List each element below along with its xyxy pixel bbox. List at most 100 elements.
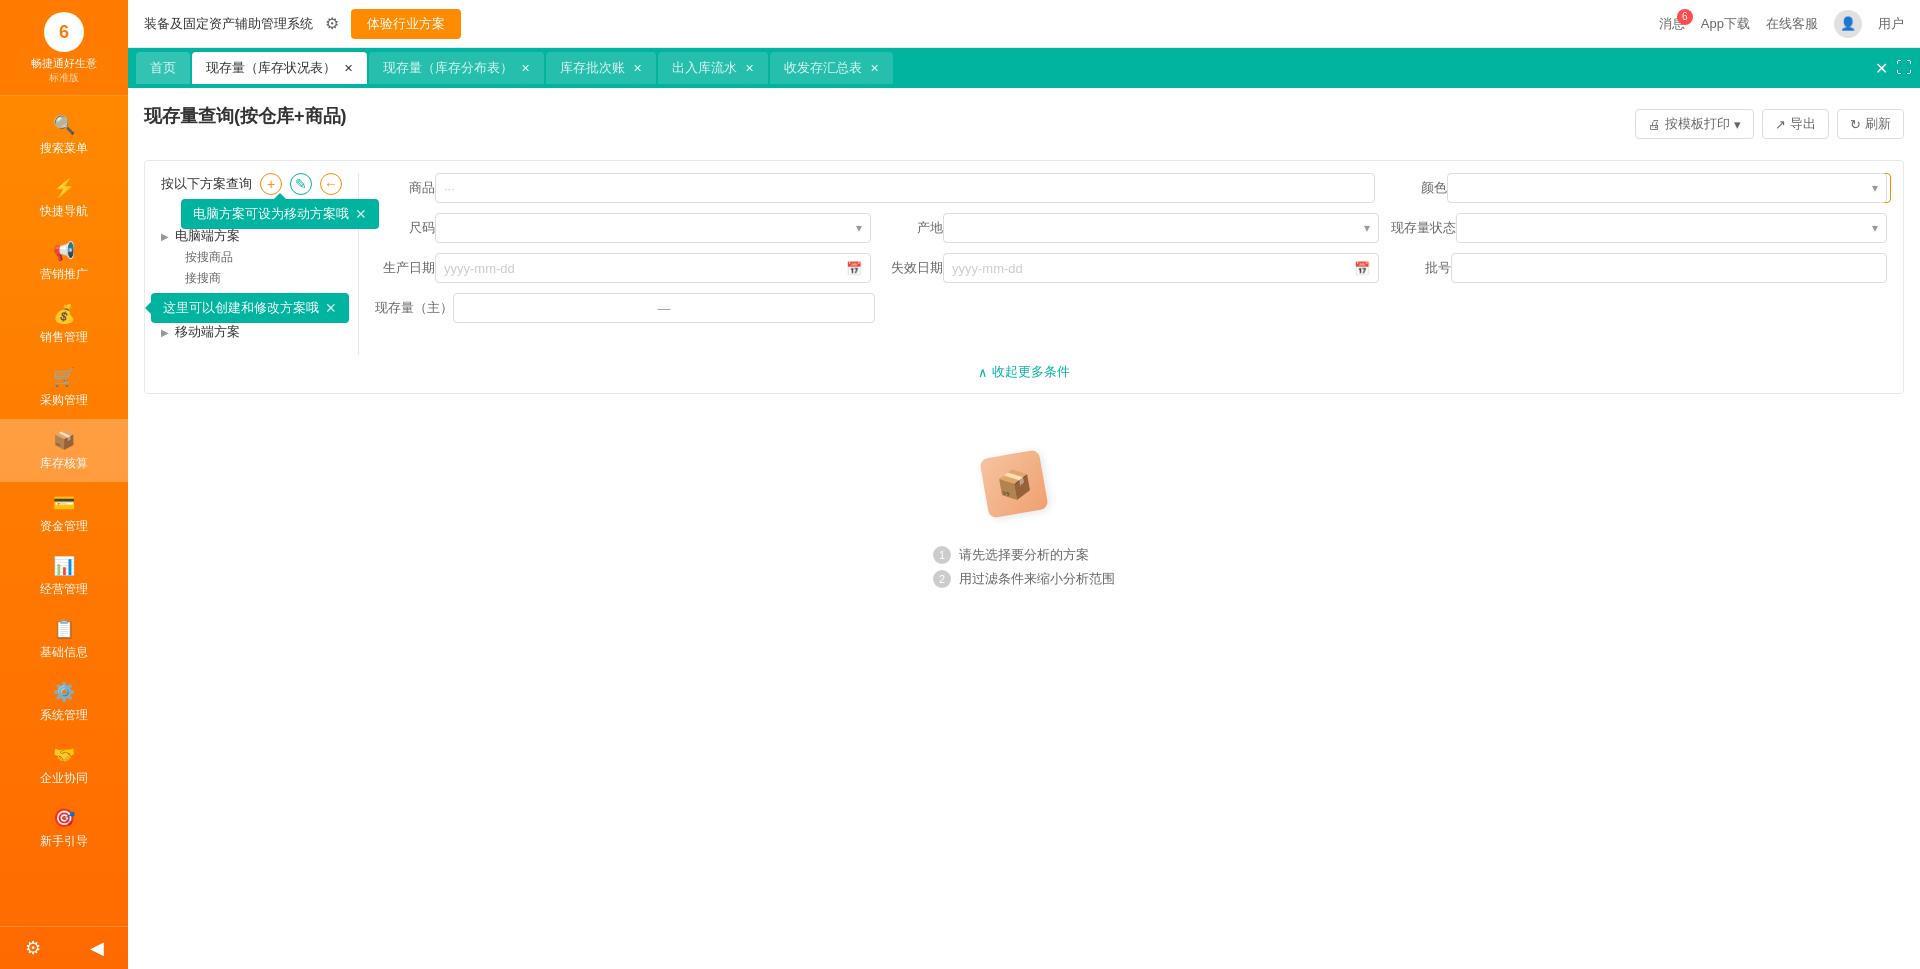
- tabbar-actions: ✕ ⛶: [1875, 59, 1912, 78]
- production-date-label: 生产日期: [375, 259, 435, 277]
- close-tab-batch-account[interactable]: ✕: [633, 62, 642, 75]
- close-scheme-popover[interactable]: ✕: [355, 206, 367, 222]
- tab-batch-account[interactable]: 库存批次账 ✕: [546, 52, 656, 84]
- batch-input[interactable]: [1451, 253, 1887, 283]
- export-button[interactable]: ↗ 导出: [1762, 109, 1829, 139]
- filter-batch: 批号: [1391, 253, 1887, 283]
- sidebar-item-sales[interactable]: 💰 销售管理: [0, 293, 128, 356]
- refresh-button[interactable]: ↻ 刷新: [1837, 109, 1904, 139]
- origin-label: 产地: [883, 219, 943, 237]
- sidebar-item-basic[interactable]: 📋 基础信息: [0, 608, 128, 671]
- tip-text-1: 请先选择要分析的方案: [959, 546, 1089, 564]
- sidebar-item-system[interactable]: ⚙️ 系统管理: [0, 671, 128, 734]
- sidebar-item-purchase[interactable]: 🛒 采购管理: [0, 356, 128, 419]
- close-tab-receive-send[interactable]: ✕: [870, 62, 879, 75]
- expiry-date-label: 失效日期: [883, 259, 943, 277]
- mobile-scheme-group: ▶ 移动端方案: [161, 321, 342, 343]
- empty-illustration: 📦: [984, 454, 1064, 534]
- filter-row-4: 现存量（主） —: [375, 293, 1887, 323]
- quick-nav-icon: ⚡: [53, 177, 75, 199]
- trial-button[interactable]: 体验行业方案: [351, 9, 461, 39]
- stock-main-input[interactable]: —: [453, 293, 875, 323]
- tab-inventory-dist[interactable]: 现存量（库存分布表） ✕: [369, 52, 544, 84]
- tab-inout-flow[interactable]: 出入库流水 ✕: [658, 52, 768, 84]
- sidebar-item-operation[interactable]: 📊 经营管理: [0, 545, 128, 608]
- sidebar-item-finance[interactable]: 💳 资金管理: [0, 482, 128, 545]
- empty-state: 📦 1 请先选择要分析的方案 2 用过滤条件来缩小分析范围: [144, 394, 1904, 648]
- mobile-expand-icon: ▶: [161, 327, 169, 338]
- goods-input[interactable]: ···: [435, 173, 1375, 203]
- topbar-left: 装备及固定资产辅助管理系统 ⚙ 体验行业方案: [144, 9, 461, 39]
- sidebar-item-quick-nav[interactable]: ⚡ 快捷导航: [0, 167, 128, 230]
- edit-scheme-button[interactable]: ✎: [290, 173, 312, 195]
- close-create-popover[interactable]: ✕: [325, 300, 337, 316]
- filter-fields: 商品 ··· 颜色 ▾: [375, 173, 1887, 323]
- sidebar-item-inventory[interactable]: 📦 库存核算: [0, 419, 128, 482]
- close-all-tabs-icon[interactable]: ✕: [1875, 59, 1888, 78]
- print-icon: 🖨: [1648, 117, 1661, 132]
- back-button[interactable]: ←: [320, 173, 342, 195]
- mobile-scheme-header[interactable]: ▶ 移动端方案: [161, 321, 342, 343]
- collapse-sidebar-button[interactable]: ◀: [90, 937, 104, 959]
- scheme-item-2[interactable]: 接搜商: [177, 268, 342, 289]
- finance-icon: 💳: [53, 492, 75, 514]
- user-icon: 👤: [1840, 16, 1856, 31]
- filter-row-1: 商品 ··· 颜色 ▾: [375, 173, 1887, 203]
- scheme-item-1[interactable]: 按搜商品: [177, 247, 342, 268]
- close-tab-inout-flow[interactable]: ✕: [745, 62, 754, 75]
- header-actions: 🖨 按模板打印 ▾ ↗ 导出 ↻ 刷新: [1635, 109, 1904, 139]
- message-icon[interactable]: 消息 6: [1659, 15, 1685, 33]
- stock-status-label: 现存量状态: [1391, 219, 1456, 237]
- user-label: 用户: [1878, 15, 1904, 33]
- topbar-settings-icon[interactable]: ⚙: [325, 14, 339, 33]
- app-download-link[interactable]: App下载: [1701, 15, 1750, 33]
- sidebar: 6 畅捷通好生意 标准版 🔍 搜索菜单 ⚡ 快捷导航 📢 营销推广 💰 销售管理…: [0, 0, 128, 969]
- production-date-placeholder: yyyy-mm-dd: [444, 261, 515, 276]
- filter-origin: 产地 ▾: [883, 213, 1379, 243]
- color-chevron-icon: ▾: [1872, 181, 1878, 195]
- close-tab-inventory-status[interactable]: ✕: [344, 62, 353, 75]
- filter-size: 尺码 ▾: [375, 213, 871, 243]
- purchase-icon: 🛒: [53, 366, 75, 388]
- collapse-button[interactable]: ∧ 收起更多条件: [978, 363, 1070, 381]
- tab-home[interactable]: 首页: [136, 52, 190, 84]
- size-select[interactable]: ▾: [435, 213, 871, 243]
- sidebar-item-guide[interactable]: 🎯 新手引导: [0, 797, 128, 860]
- empty-box-icon: 📦: [979, 449, 1049, 519]
- settings-button[interactable]: ⚙: [25, 937, 41, 959]
- expiry-date-input[interactable]: yyyy-mm-dd 📅: [943, 253, 1379, 283]
- topbar-right: 消息 6 App下载 在线客服 👤 用户: [1659, 10, 1904, 38]
- sidebar-item-marketing[interactable]: 📢 营销推广: [0, 230, 128, 293]
- expiry-date-placeholder: yyyy-mm-dd: [952, 261, 1023, 276]
- user-avatar[interactable]: 👤: [1834, 10, 1862, 38]
- filter-color: 颜色 ▾: [1387, 173, 1887, 203]
- sidebar-item-enterprise[interactable]: 🤝 企业协同: [0, 734, 128, 797]
- stock-main-dash: —: [658, 301, 671, 316]
- stock-status-select[interactable]: ▾: [1456, 213, 1887, 243]
- filter-collapse-area: ∧ 收起更多条件: [161, 363, 1887, 381]
- tip-text-2: 用过滤条件来缩小分析范围: [959, 570, 1115, 588]
- scheme-popover-text: 电脑方案可设为移动方案哦: [193, 205, 349, 223]
- production-date-icon[interactable]: 📅: [846, 261, 862, 276]
- tab-bar: 首页 现存量（库存状况表） ✕ 现存量（库存分布表） ✕ 库存批次账 ✕ 出入库…: [128, 48, 1920, 88]
- maximize-icon[interactable]: ⛶: [1896, 59, 1912, 78]
- search-icon: 🔍: [53, 114, 75, 136]
- sidebar-item-search[interactable]: 🔍 搜索菜单: [0, 104, 128, 167]
- production-date-input[interactable]: yyyy-mm-dd 📅: [435, 253, 871, 283]
- close-tab-inventory-dist[interactable]: ✕: [521, 62, 530, 75]
- filter-schemes: ▶ 电脑端方案 按搜商品 接搜商: [161, 225, 342, 343]
- print-button[interactable]: 🖨 按模板打印 ▾: [1635, 109, 1754, 139]
- desktop-expand-icon: ▶: [161, 231, 169, 242]
- online-service-link[interactable]: 在线客服: [1766, 15, 1818, 33]
- stock-main-label: 现存量（主）: [375, 299, 453, 317]
- tab-inventory-status[interactable]: 现存量（库存状况表） ✕: [192, 52, 367, 84]
- goods-label: 商品: [375, 179, 435, 197]
- expiry-date-icon[interactable]: 📅: [1354, 261, 1370, 276]
- origin-select[interactable]: ▾: [943, 213, 1379, 243]
- system-icon: ⚙️: [53, 681, 75, 703]
- guide-icon: 🎯: [53, 807, 75, 829]
- color-select[interactable]: ▾: [1447, 173, 1887, 203]
- scheme-popover: 电脑方案可设为移动方案哦 ✕: [181, 199, 379, 229]
- logo-icon: 6: [44, 12, 84, 52]
- tab-receive-send[interactable]: 收发存汇总表 ✕: [770, 52, 893, 84]
